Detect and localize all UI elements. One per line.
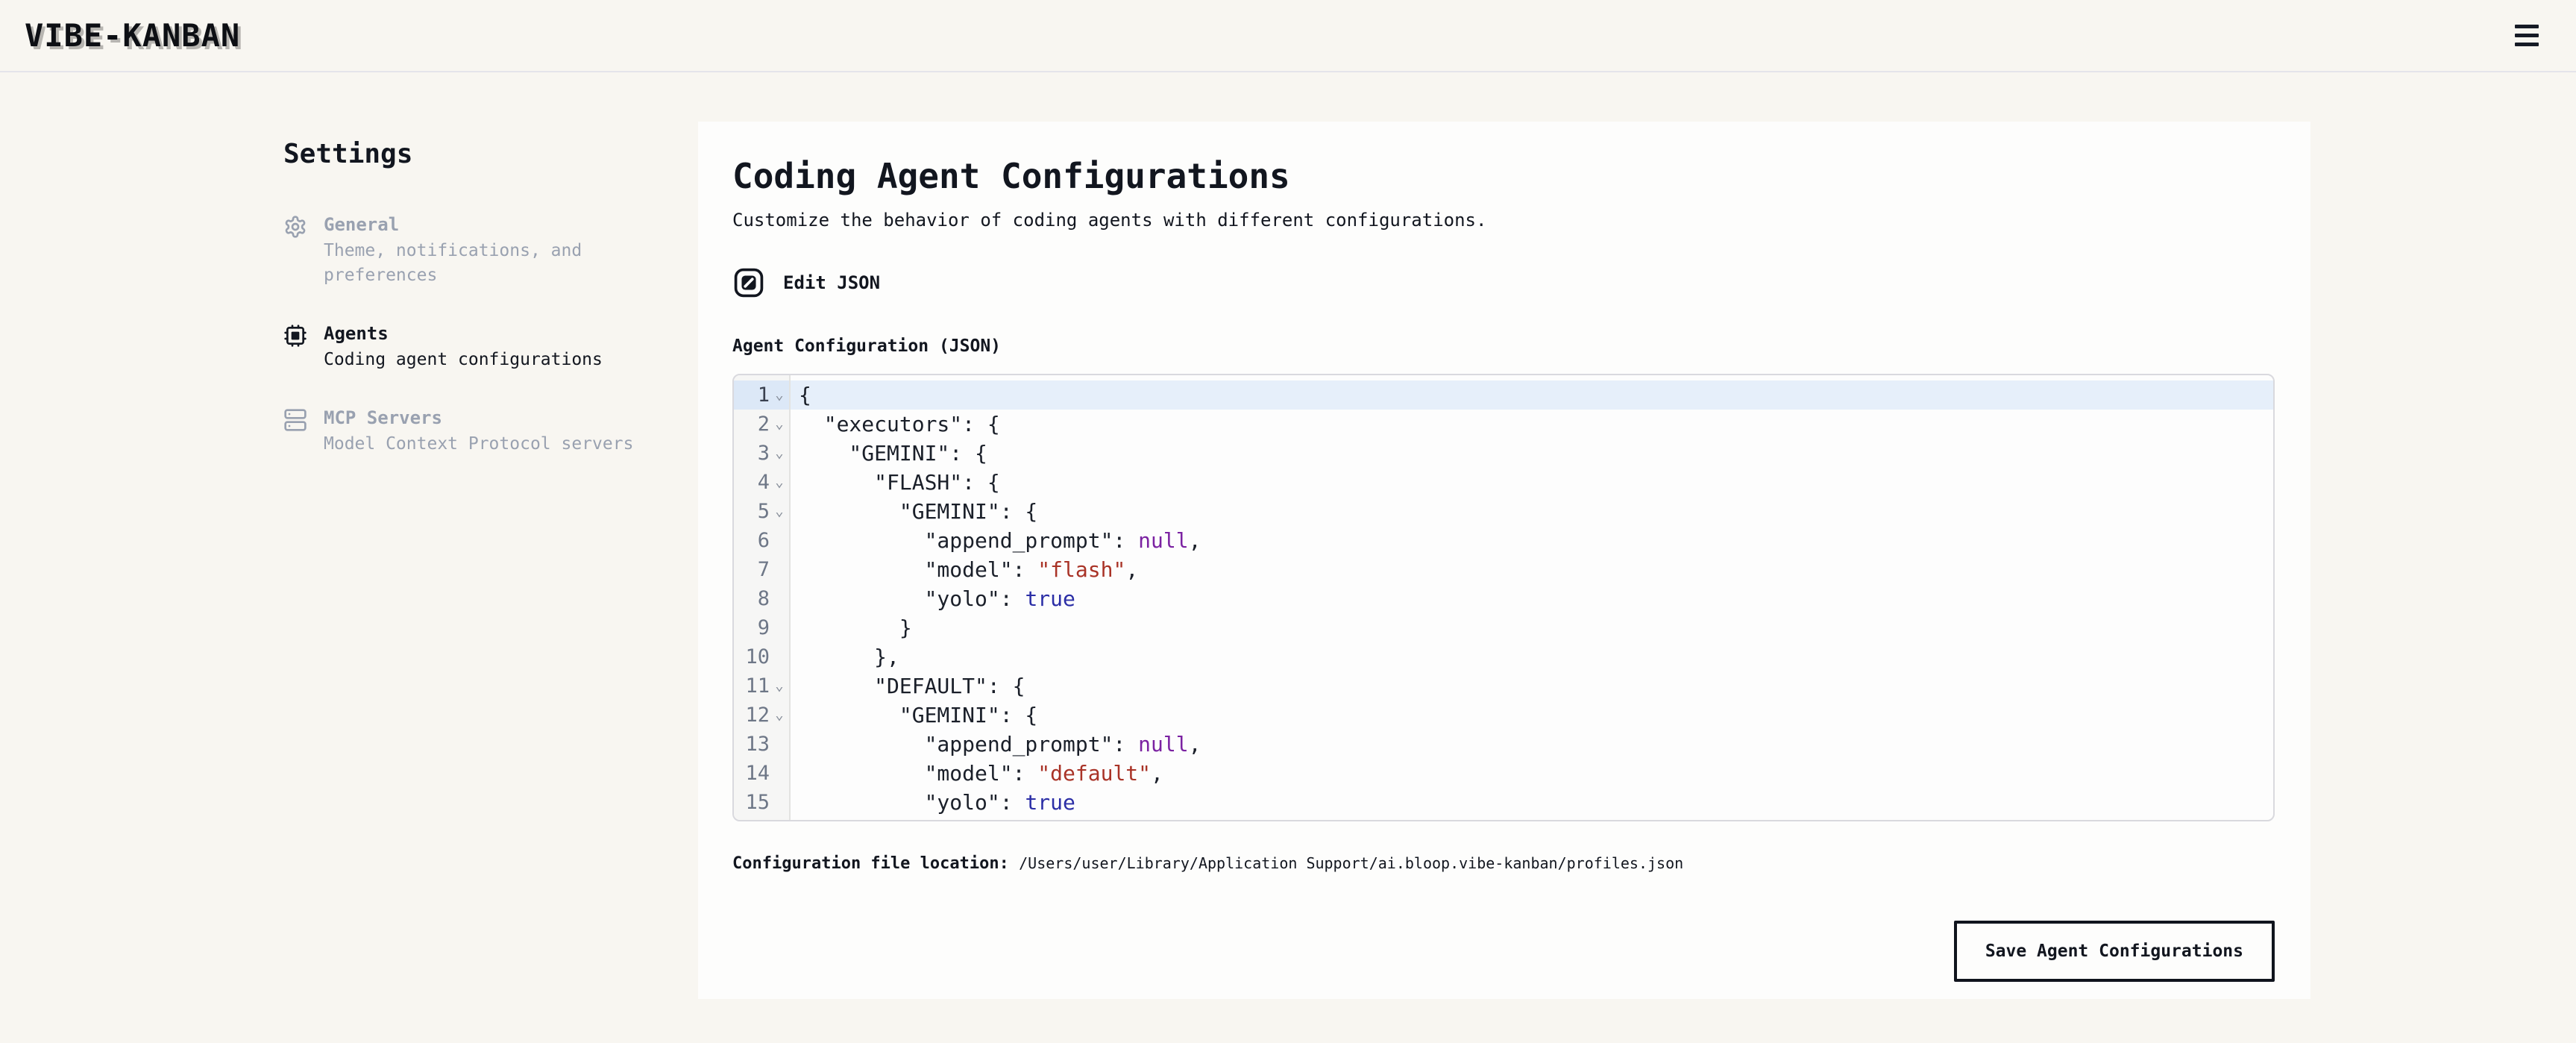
fold-chevron-icon[interactable]: ⌄ (770, 439, 789, 468)
cpu-icon (283, 324, 307, 348)
editor-code-line: "append_prompt": null, (799, 528, 1201, 554)
sidebar-item-agents[interactable]: Agents Coding agent configurations (283, 322, 653, 372)
editor-code-line: "FLASH": { (799, 470, 1000, 495)
sidebar-title: Settings (283, 139, 413, 169)
fold-chevron-icon[interactable]: ⌄ (770, 497, 789, 526)
editor-line-number: 10 (745, 645, 770, 669)
fold-chevron-icon[interactable]: ⌄ (770, 671, 789, 701)
sidebar-item-mcp-servers[interactable]: MCP Servers Model Context Protocol serve… (283, 407, 653, 457)
fold-chevron-icon[interactable]: ⌄ (770, 468, 789, 497)
file-location: Configuration file location: /Users/user… (732, 854, 2275, 873)
editor-code-line: "GEMINI": { (799, 499, 1038, 524)
app-logo[interactable]: VIBE-KANBAN (25, 19, 240, 51)
editor-code-line: "GEMINI": { (799, 703, 1038, 728)
sidebar-item-description: Coding agent configurations (324, 350, 603, 370)
sidebar-item-label: MCP Servers (324, 407, 442, 429)
code-editor[interactable]: 1 ⌄ 2 ⌄ 3 ⌄ 4 ⌄ 5 ⌄ 6 7 8 9 10 11 ⌄ 12 ⌄ 13 14 15 { "executor… (732, 374, 2275, 822)
fold-chevron-icon[interactable]: ⌄ (770, 380, 789, 410)
fold-chevron-icon[interactable]: ⌄ (770, 701, 789, 730)
sidebar-item-general[interactable]: General Theme, notifications, and prefer… (283, 213, 653, 288)
editor-code-line: "GEMINI": { (799, 441, 987, 466)
settings-sidebar: Settings General Theme, notifications, a… (0, 72, 698, 491)
file-location-label: Configuration file location: (732, 854, 1009, 874)
editor-line-number: 14 (745, 762, 770, 786)
editor-line-number: 9 (757, 616, 770, 640)
page-subtitle: Customize the behavior of coding agents … (732, 210, 1487, 231)
edit-json-checkbox-icon (732, 266, 765, 299)
edit-json-toggle[interactable]: Edit JSON (732, 266, 880, 299)
editor-line-number: 7 (757, 558, 770, 582)
main-content-card: Coding Agent Configurations Customize th… (698, 122, 2310, 999)
editor-line-number: 2 ⌄ (734, 410, 789, 439)
app-header: VIBE-KANBAN (0, 0, 2576, 72)
editor-line-number: 4 ⌄ (734, 468, 789, 497)
editor-code: { "executors": { "GEMINI": { "FLASH": { … (791, 375, 2273, 820)
editor-code-line: "DEFAULT": { (799, 674, 1025, 699)
editor-code-line: "model": "default", (799, 761, 1163, 786)
save-agent-configurations-button[interactable]: Save Agent Configurations (1953, 921, 2275, 983)
editor-code-line: } (799, 616, 912, 641)
editor-line-number: 12 ⌄ (734, 701, 789, 730)
editor-code-line: "yolo": true (799, 790, 1075, 815)
editor-line-number: 13 (745, 733, 770, 757)
editor-line-number: 3 ⌄ (734, 439, 789, 468)
file-location-path: /Users/user/Library/Application Support/… (1019, 854, 1684, 873)
editor-code-line: "yolo": true (799, 586, 1075, 612)
editor-gutter: 1 ⌄ 2 ⌄ 3 ⌄ 4 ⌄ 5 ⌄ 6 7 8 9 10 11 ⌄ 12 ⌄ 13 14 15 (734, 375, 791, 821)
editor-line-number: 6 (757, 529, 770, 553)
page-layout: Settings General Theme, notifications, a… (0, 72, 2576, 999)
editor-code-line: "model": "flash", (799, 557, 1139, 583)
editor-label: Agent Configuration (JSON) (732, 336, 1002, 357)
editor-line-number: 11 ⌄ (734, 671, 789, 701)
editor-line-number: 8 (757, 587, 770, 611)
fold-chevron-icon[interactable]: ⌄ (770, 410, 789, 439)
editor-line-number: 5 ⌄ (734, 497, 789, 526)
editor-code-line: }, (799, 645, 899, 670)
sidebar-item-label: General (324, 214, 400, 236)
edit-json-label: Edit JSON (783, 272, 881, 294)
editor-line-number: 1 ⌄ (734, 380, 789, 410)
sidebar-item-label: Agents (324, 323, 389, 345)
editor-line-number: 15 (745, 791, 770, 815)
sidebar-item-description: Theme, notifications, and preferences (324, 241, 582, 286)
sidebar-item-description: Model Context Protocol servers (324, 434, 634, 454)
server-icon (283, 408, 307, 432)
editor-code-line: "executors": { (799, 412, 1000, 437)
editor-code-line: { (791, 380, 2273, 410)
hamburger-menu-icon[interactable] (2515, 20, 2539, 51)
editor-code-line: "append_prompt": null, (799, 732, 1201, 757)
page-title: Coding Agent Configurations (732, 156, 1290, 196)
save-row: Save Agent Configurations (732, 921, 2275, 983)
gear-icon (283, 215, 307, 239)
